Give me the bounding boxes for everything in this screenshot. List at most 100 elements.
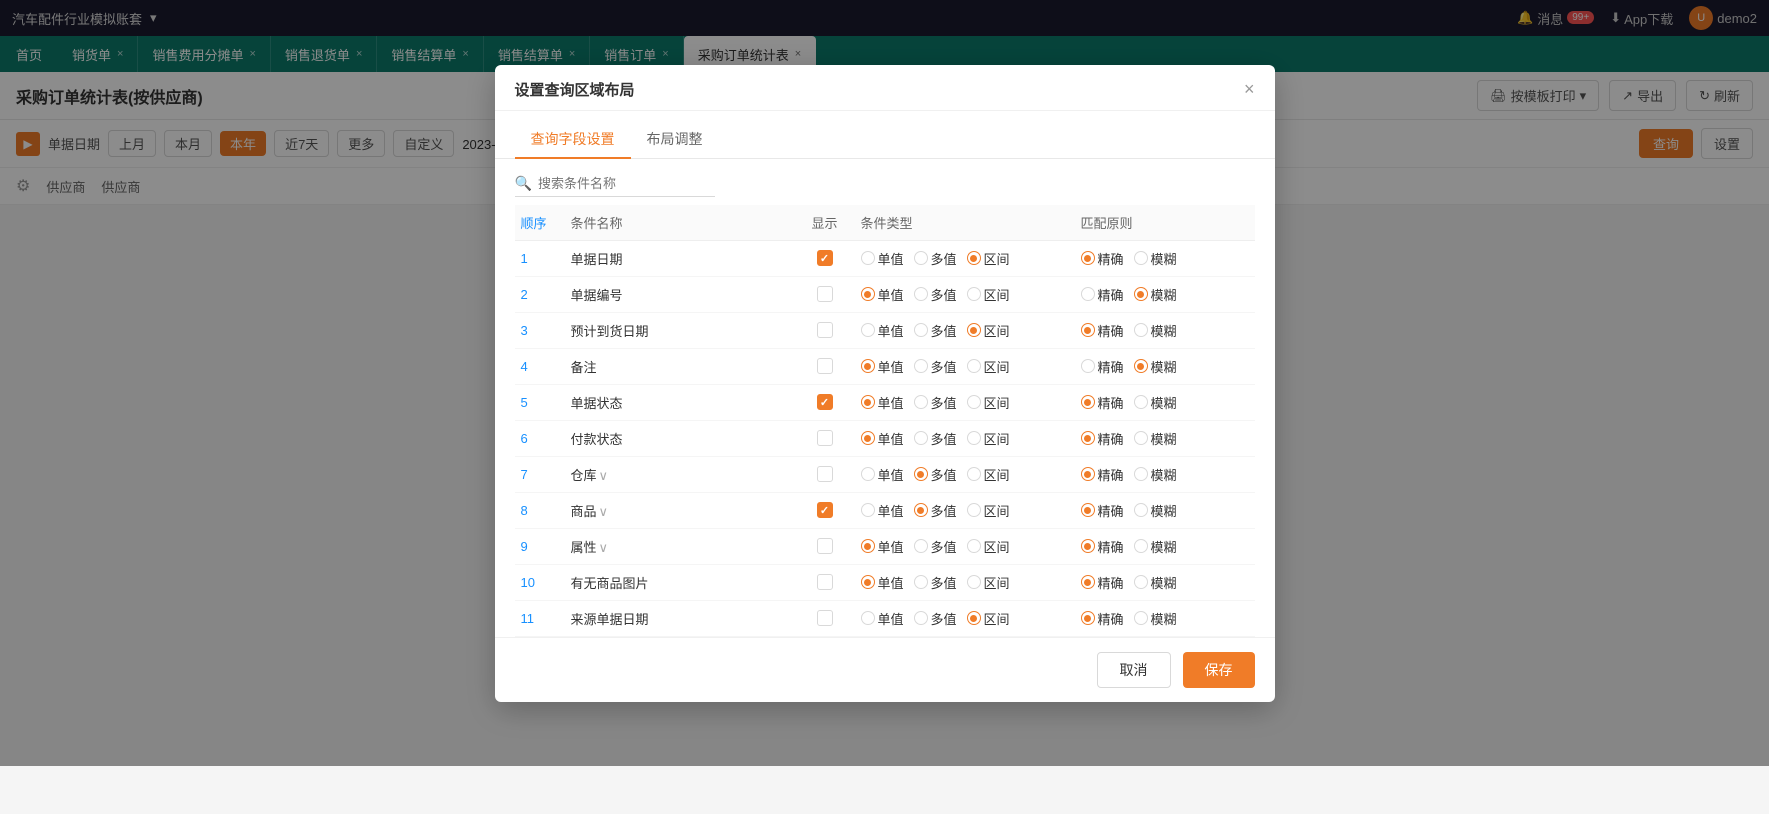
radio-circle-type_single [861,287,875,301]
expand-chevron[interactable]: ∨ [599,468,609,483]
radio-match_fuzzy[interactable]: 模糊 [1134,321,1177,340]
show-checkbox[interactable] [817,250,833,266]
radio-type_single[interactable]: 单值 [861,573,904,592]
radio-type_single[interactable]: 单值 [861,321,904,340]
radio-type_single[interactable]: 单值 [861,609,904,628]
radio-match_exact[interactable]: 精确 [1081,429,1124,448]
show-checkbox[interactable] [817,466,833,482]
radio-type_range[interactable]: 区间 [967,573,1010,592]
dialog-tab-layout[interactable]: 布局调整 [631,121,719,159]
radio-match_fuzzy[interactable]: 模糊 [1134,393,1177,412]
radio-circle-type_single [861,395,875,409]
radio-type_multi[interactable]: 多值 [914,357,957,376]
radio-type_multi[interactable]: 多值 [914,429,957,448]
radio-type_multi[interactable]: 多值 [914,465,957,484]
radio-match_fuzzy[interactable]: 模糊 [1134,609,1177,628]
table-row: 2单据编号单值多值区间精确模糊 [515,276,1255,312]
radio-match_exact[interactable]: 精确 [1081,573,1124,592]
radio-type_range[interactable]: 区间 [967,537,1010,556]
radio-type_single[interactable]: 单值 [861,537,904,556]
radio-type_multi[interactable]: 多值 [914,393,957,412]
radio-circle-match_fuzzy [1134,467,1148,481]
radio-match_fuzzy[interactable]: 模糊 [1134,465,1177,484]
dialog-header: 设置查询区域布局 × [495,65,1275,111]
radio-match_exact[interactable]: 精确 [1081,609,1124,628]
show-checkbox[interactable] [817,610,833,626]
dialog-close-button[interactable]: × [1244,80,1255,98]
radio-circle-type_multi [914,575,928,589]
radio-match_fuzzy[interactable]: 模糊 [1134,285,1177,304]
radio-match_fuzzy[interactable]: 模糊 [1134,357,1177,376]
search-input[interactable] [538,176,698,191]
radio-type_multi[interactable]: 多值 [914,321,957,340]
radio-type_multi[interactable]: 多值 [914,609,957,628]
cell-type: 单值多值区间 [855,492,1075,528]
expand-chevron[interactable]: ∨ [599,504,609,519]
radio-circle-type_range [967,467,981,481]
show-checkbox[interactable] [817,430,833,446]
show-checkbox[interactable] [817,394,833,410]
radio-type_range[interactable]: 区间 [967,501,1010,520]
radio-type_single[interactable]: 单值 [861,393,904,412]
cell-type: 单值多值区间 [855,564,1075,600]
radio-type_single[interactable]: 单值 [861,501,904,520]
show-checkbox[interactable] [817,574,833,590]
radio-type_multi[interactable]: 多值 [914,501,957,520]
radio-circle-match_exact [1081,503,1095,517]
show-checkbox[interactable] [817,538,833,554]
radio-type_range[interactable]: 区间 [967,249,1010,268]
radio-circle-type_single [861,539,875,553]
dialog-tab-fields[interactable]: 查询字段设置 [515,121,631,159]
cell-type: 单值多值区间 [855,276,1075,312]
radio-type_single[interactable]: 单值 [861,285,904,304]
save-button[interactable]: 保存 [1183,652,1255,688]
radio-type_single[interactable]: 单值 [861,357,904,376]
radio-type_single[interactable]: 单值 [861,429,904,448]
radio-type_multi[interactable]: 多值 [914,285,957,304]
show-checkbox[interactable] [817,502,833,518]
radio-match_fuzzy[interactable]: 模糊 [1134,573,1177,592]
radio-circle-match_exact [1081,323,1095,337]
cell-type: 单值多值区间 [855,600,1075,636]
show-checkbox[interactable] [817,358,833,374]
radio-type_multi[interactable]: 多值 [914,573,957,592]
show-checkbox[interactable] [817,322,833,338]
expand-chevron[interactable]: ∨ [599,540,609,555]
table-row: 11来源单据日期单值多值区间精确模糊 [515,600,1255,636]
radio-match_exact[interactable]: 精确 [1081,285,1124,304]
radio-type_range[interactable]: 区间 [967,465,1010,484]
radio-match_fuzzy[interactable]: 模糊 [1134,537,1177,556]
cell-match: 精确模糊 [1075,564,1255,600]
radio-match_exact[interactable]: 精确 [1081,393,1124,412]
cell-type: 单值多值区间 [855,312,1075,348]
radio-match_fuzzy[interactable]: 模糊 [1134,249,1177,268]
cancel-button[interactable]: 取消 [1097,652,1171,688]
radio-type_range[interactable]: 区间 [967,357,1010,376]
show-checkbox[interactable] [817,286,833,302]
radio-type_single[interactable]: 单值 [861,249,904,268]
radio-circle-type_multi [914,431,928,445]
radio-match_exact[interactable]: 精确 [1081,465,1124,484]
radio-match_fuzzy[interactable]: 模糊 [1134,429,1177,448]
radio-type_range[interactable]: 区间 [967,321,1010,340]
cell-type: 单值多值区间 [855,420,1075,456]
table-row: 7仓库∨单值多值区间精确模糊 [515,456,1255,492]
radio-match_exact[interactable]: 精确 [1081,321,1124,340]
radio-circle-match_fuzzy [1134,323,1148,337]
radio-type_range[interactable]: 区间 [967,285,1010,304]
radio-type_multi[interactable]: 多值 [914,537,957,556]
radio-type_range[interactable]: 区间 [967,429,1010,448]
cell-show [795,600,855,636]
radio-match_exact[interactable]: 精确 [1081,249,1124,268]
radio-circle-match_fuzzy [1134,431,1148,445]
radio-type_range[interactable]: 区间 [967,393,1010,412]
radio-match_exact[interactable]: 精确 [1081,537,1124,556]
radio-match_exact[interactable]: 精确 [1081,357,1124,376]
cell-match: 精确模糊 [1075,240,1255,276]
radio-match_fuzzy[interactable]: 模糊 [1134,501,1177,520]
radio-type_multi[interactable]: 多值 [914,249,957,268]
table-row: 9属性∨单值多值区间精确模糊 [515,528,1255,564]
radio-type_single[interactable]: 单值 [861,465,904,484]
radio-match_exact[interactable]: 精确 [1081,501,1124,520]
radio-type_range[interactable]: 区间 [967,609,1010,628]
